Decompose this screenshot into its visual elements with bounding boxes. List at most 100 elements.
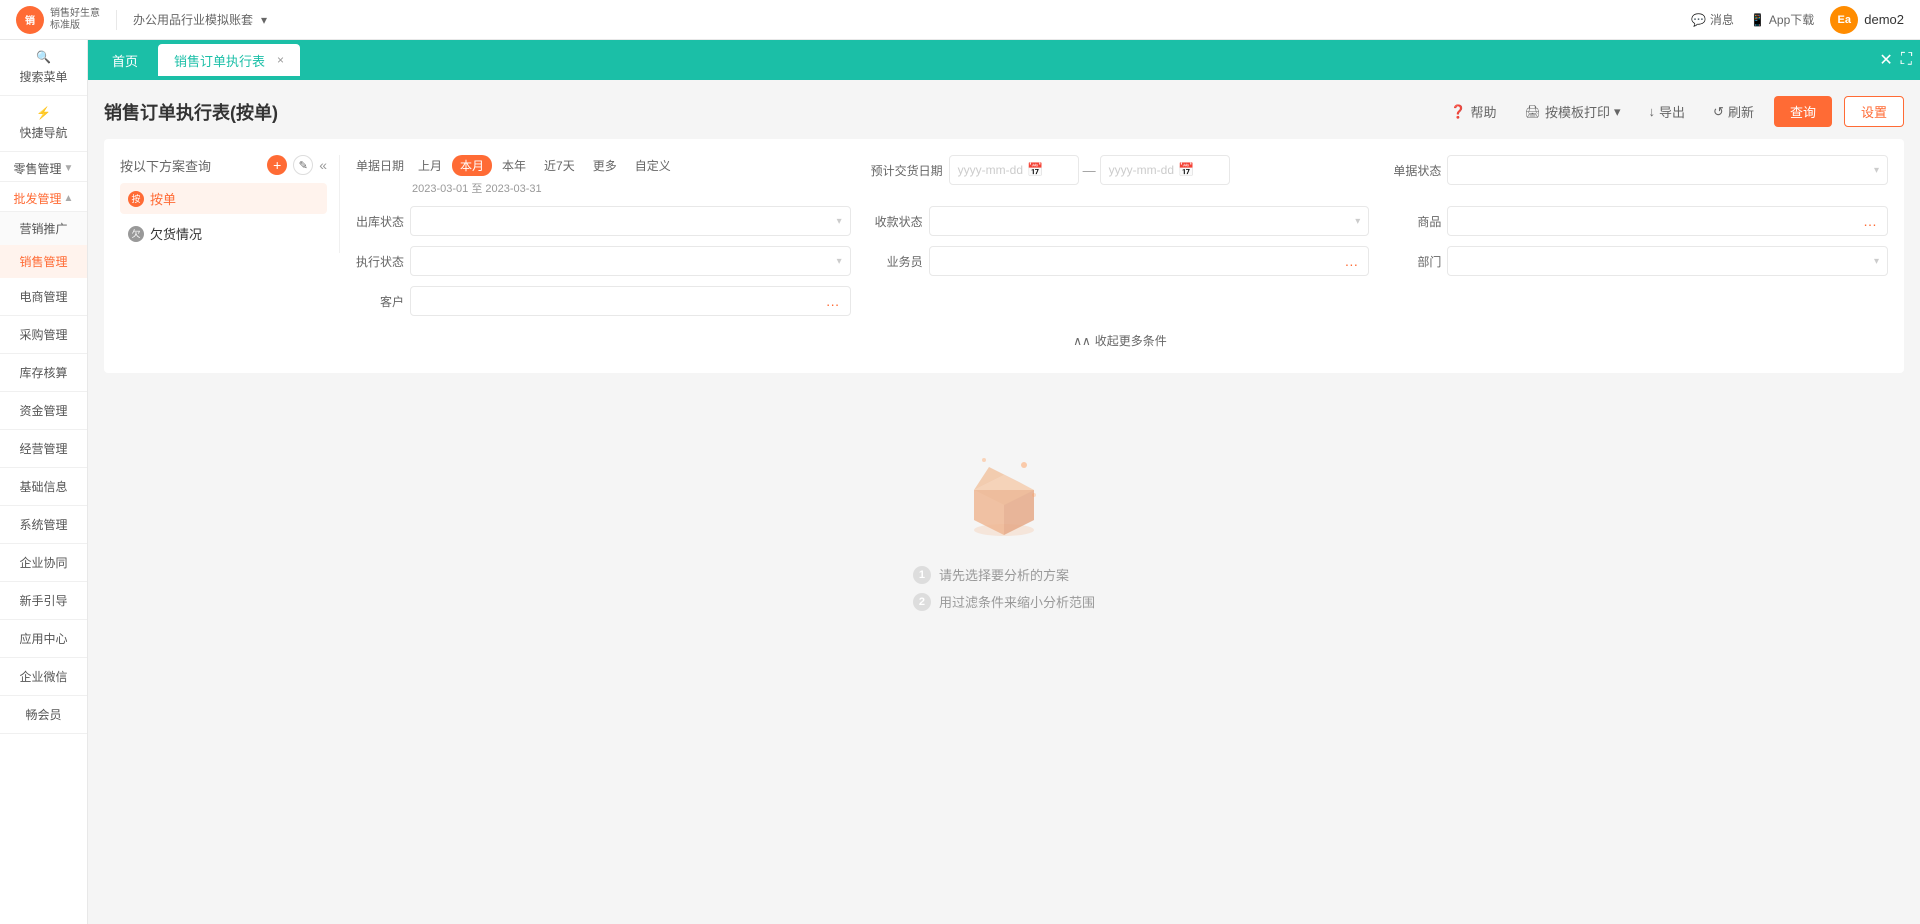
plan-item-按单[interactable]: 按 按单 <box>120 183 327 214</box>
sidebar-item-basic[interactable]: 基础信息 <box>0 468 87 506</box>
user-info[interactable]: Ea demo2 <box>1830 6 1904 34</box>
goods-label: 商品 <box>1389 213 1441 230</box>
top-bar-title: 办公用品行业模拟账套 <box>133 11 253 28</box>
execution-arrow-icon: ▾ <box>837 256 842 267</box>
date-btn-更多[interactable]: 更多 <box>585 155 625 176</box>
filter-plans: 按以下方案查询 + ✎ « 按 按单 <box>120 155 340 253</box>
calendar-start-icon: 📅 <box>1027 162 1043 178</box>
date-btn-上月[interactable]: 上月 <box>410 155 450 176</box>
main-layout: 🔍 搜索菜单 ⚡ 快捷导航 零售管理 ▼ 批发管理 ▲ 营销推广 销售管理 电商… <box>0 40 1920 924</box>
app-download-btn[interactable]: 📱 App下载 <box>1750 11 1814 28</box>
tab-maximize-btn[interactable]: ⛶ <box>1901 51 1912 69</box>
sidebar-item-newbie[interactable]: 新手引导 <box>0 582 87 620</box>
sidebar-item-operations[interactable]: 经营管理 <box>0 430 87 468</box>
tab-bar: 首页 销售订单执行表 × ✕ ⛶ <box>88 40 1920 80</box>
goods-input[interactable]: … <box>1447 206 1888 236</box>
date-btn-本月[interactable]: 本月 <box>452 155 492 176</box>
sidebar-item-retail[interactable]: 零售管理 ▼ <box>0 152 87 182</box>
top-bar-dropdown[interactable]: ▾ <box>261 13 267 27</box>
filter-row4: 客户 … <box>352 286 1888 316</box>
sidebar-item-sales[interactable]: 销售管理 <box>0 245 87 278</box>
export-icon: ↓ <box>1649 104 1656 119</box>
expected-date-end[interactable]: yyyy-mm-dd 📅 <box>1100 155 1230 185</box>
help-btn[interactable]: ❓ 帮助 <box>1442 98 1504 125</box>
status-filter: 单据状态 ▾ <box>1389 155 1888 196</box>
print-template-btn[interactable]: 🖨 按模板打印 ▾ <box>1516 98 1628 125</box>
date-dash: — <box>1083 163 1096 178</box>
page-actions: ❓ 帮助 🖨 按模板打印 ▾ ↓ 导出 ↺ <box>1442 96 1904 127</box>
sidebar-sub-wholesale: 营销推广 销售管理 <box>0 212 87 278</box>
delivery-arrow-icon: ▾ <box>837 216 842 227</box>
page-inner: 销售订单执行表(按单) ❓ 帮助 🖨 按模板打印 ▾ ↓ <box>88 80 1920 687</box>
page-title: 销售订单执行表(按单) <box>104 99 278 125</box>
step-1-num: 1 <box>913 566 931 584</box>
sidebar-item-enterprise[interactable]: 企业协同 <box>0 544 87 582</box>
department-select[interactable]: ▾ <box>1447 246 1888 276</box>
salesperson-input[interactable]: … <box>929 246 1370 276</box>
sidebar-item-member[interactable]: 畅会员 <box>0 696 87 734</box>
salesperson-dots-icon: … <box>1344 253 1360 269</box>
empty-step-2: 2 用过滤条件来缩小分析范围 <box>913 592 1095 611</box>
refresh-btn[interactable]: ↺ 刷新 <box>1705 98 1762 125</box>
tab-close-icon[interactable]: × <box>277 53 284 67</box>
settings-btn[interactable]: 设置 <box>1844 96 1904 127</box>
goods-dots-icon: … <box>1863 213 1879 229</box>
page-content: 销售订单执行表(按单) ❓ 帮助 🖨 按模板打印 ▾ ↓ <box>88 80 1920 924</box>
print-icon: 🖨 <box>1524 104 1541 120</box>
execution-status-filter: 执行状态 ▾ <box>352 246 851 276</box>
delivery-status-label: 出库状态 <box>352 213 404 230</box>
filter-section-title: 按以下方案查询 <box>120 156 211 175</box>
tab-home[interactable]: 首页 <box>96 44 154 76</box>
sidebar-item-search[interactable]: 🔍 搜索菜单 <box>0 40 87 96</box>
filter-collapse-btn[interactable]: « <box>319 157 327 173</box>
plan-icon-欠货情况: 欠 <box>128 226 144 242</box>
sidebar-item-system[interactable]: 系统管理 <box>0 506 87 544</box>
export-btn[interactable]: ↓ 导出 <box>1641 98 1694 125</box>
department-filter: 部门 ▾ <box>1389 246 1888 276</box>
empty-steps: 1 请先选择要分析的方案 2 用过滤条件来缩小分析范围 <box>913 565 1095 611</box>
expected-date-filter: 预计交货日期 yyyy-mm-dd 📅 — <box>871 155 1370 196</box>
top-bar-left: 销 销售好生意 标准版 办公用品行业模拟账套 ▾ <box>16 6 267 34</box>
sidebar-item-inventory[interactable]: 库存核算 <box>0 354 87 392</box>
tab-close-btn[interactable]: ✕ <box>1879 50 1892 70</box>
sidebar-item-purchase[interactable]: 采购管理 <box>0 316 87 354</box>
salesperson-label: 业务员 <box>871 253 923 270</box>
message-btn[interactable]: 💬 消息 <box>1691 11 1734 28</box>
retail-expand-icon: ▼ <box>64 163 74 174</box>
calendar-end-icon: 📅 <box>1178 162 1194 178</box>
date-btn-自定义[interactable]: 自定义 <box>627 155 679 176</box>
customer-input[interactable]: … <box>410 286 851 316</box>
status-select[interactable]: ▾ <box>1447 155 1888 185</box>
sidebar-item-wholesale[interactable]: 批发管理 ▲ <box>0 182 87 212</box>
query-btn[interactable]: 查询 <box>1774 96 1832 127</box>
sidebar-item-ecommerce[interactable]: 电商管理 <box>0 278 87 316</box>
date-range-text: 2023-03-01 至 2023-03-31 <box>352 180 851 196</box>
sidebar-item-wechat[interactable]: 企业微信 <box>0 658 87 696</box>
user-name: demo2 <box>1864 12 1904 27</box>
sidebar: 🔍 搜索菜单 ⚡ 快捷导航 零售管理 ▼ 批发管理 ▲ 营销推广 销售管理 电商… <box>0 40 88 924</box>
sidebar-item-apps[interactable]: 应用中心 <box>0 620 87 658</box>
empty-state: 1 请先选择要分析的方案 2 用过滤条件来缩小分析范围 <box>104 385 1904 671</box>
date-btn-近7天[interactable]: 近7天 <box>536 155 583 176</box>
filter-add-btn[interactable]: + <box>267 155 287 175</box>
logo-area: 销 销售好生意 标准版 <box>16 6 100 34</box>
filter-conditions-area: 单据日期 上月 本月 本年 近7天 更多 自定义 <box>352 155 1888 357</box>
date-btn-本年[interactable]: 本年 <box>494 155 534 176</box>
date-filter: 单据日期 上月 本月 本年 近7天 更多 自定义 <box>352 155 851 196</box>
department-arrow-icon: ▾ <box>1874 256 1879 267</box>
filter-left-header: 按以下方案查询 + ✎ « <box>120 155 327 175</box>
sidebar-item-quicknav[interactable]: ⚡ 快捷导航 <box>0 96 87 152</box>
expected-date-start[interactable]: yyyy-mm-dd 📅 <box>949 155 1079 185</box>
plan-item-欠货情况[interactable]: 欠 欠货情况 <box>120 218 327 249</box>
customer-dots-icon: … <box>826 293 842 309</box>
filter-edit-btn[interactable]: ✎ <box>293 155 313 175</box>
expected-date-inputs: yyyy-mm-dd 📅 — yyyy-mm-dd 📅 <box>949 155 1230 185</box>
collapse-more-btn[interactable]: ∧∧ 收起更多条件 <box>352 324 1888 357</box>
execution-status-select[interactable]: ▾ <box>410 246 851 276</box>
collection-status-select[interactable]: ▾ <box>929 206 1370 236</box>
search-icon: 🔍 <box>36 50 51 64</box>
tab-sales-execution[interactable]: 销售订单执行表 × <box>158 44 300 76</box>
delivery-status-select[interactable]: ▾ <box>410 206 851 236</box>
sidebar-item-finance[interactable]: 资金管理 <box>0 392 87 430</box>
sidebar-item-marketing[interactable]: 营销推广 <box>0 212 87 245</box>
